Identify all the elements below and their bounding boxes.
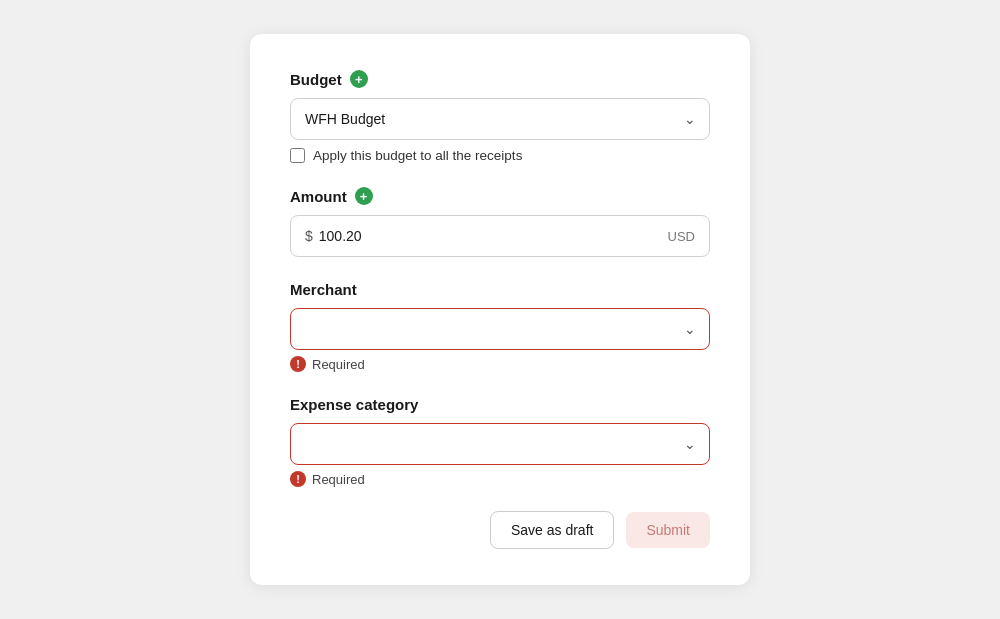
- budget-label: Budget: [290, 70, 710, 88]
- budget-dropdown-value: WFH Budget: [305, 111, 385, 127]
- submit-button[interactable]: Submit: [626, 512, 710, 548]
- expense-category-dropdown-wrapper: ⌄: [290, 423, 710, 465]
- budget-plus-icon: [350, 70, 368, 88]
- expense-category-field-group: Expense category ⌄ Required: [290, 396, 710, 487]
- amount-field-group: Amount $ 100.20 USD: [290, 187, 710, 257]
- amount-currency: USD: [668, 229, 695, 244]
- budget-field-group: Budget WFH Budget ⌄ Apply this budget to…: [290, 70, 710, 163]
- budget-checkbox-row: Apply this budget to all the receipts: [290, 148, 710, 163]
- form-actions: Save as draft Submit: [290, 511, 710, 549]
- expense-category-label-text: Expense category: [290, 396, 418, 413]
- budget-checkbox[interactable]: [290, 148, 305, 163]
- budget-label-text: Budget: [290, 71, 342, 88]
- amount-input-wrapper: $ 100.20 USD: [290, 215, 710, 257]
- expense-category-dropdown[interactable]: [290, 423, 710, 465]
- amount-value: 100.20: [319, 228, 660, 244]
- amount-plus-icon: [355, 187, 373, 205]
- form-card: Budget WFH Budget ⌄ Apply this budget to…: [250, 34, 750, 585]
- expense-category-error-row: Required: [290, 471, 710, 487]
- merchant-error-text: Required: [312, 357, 365, 372]
- amount-label-text: Amount: [290, 188, 347, 205]
- expense-category-label: Expense category: [290, 396, 710, 413]
- expense-category-error-icon: [290, 471, 306, 487]
- merchant-label: Merchant: [290, 281, 710, 298]
- amount-prefix: $: [305, 228, 313, 244]
- budget-dropdown[interactable]: WFH Budget: [290, 98, 710, 140]
- expense-category-error-text: Required: [312, 472, 365, 487]
- save-draft-button[interactable]: Save as draft: [490, 511, 615, 549]
- budget-checkbox-label: Apply this budget to all the receipts: [313, 148, 522, 163]
- merchant-error-row: Required: [290, 356, 710, 372]
- merchant-dropdown-wrapper: ⌄: [290, 308, 710, 350]
- budget-dropdown-wrapper: WFH Budget ⌄: [290, 98, 710, 140]
- merchant-label-text: Merchant: [290, 281, 357, 298]
- merchant-error-icon: [290, 356, 306, 372]
- amount-label: Amount: [290, 187, 710, 205]
- merchant-dropdown[interactable]: [290, 308, 710, 350]
- merchant-field-group: Merchant ⌄ Required: [290, 281, 710, 372]
